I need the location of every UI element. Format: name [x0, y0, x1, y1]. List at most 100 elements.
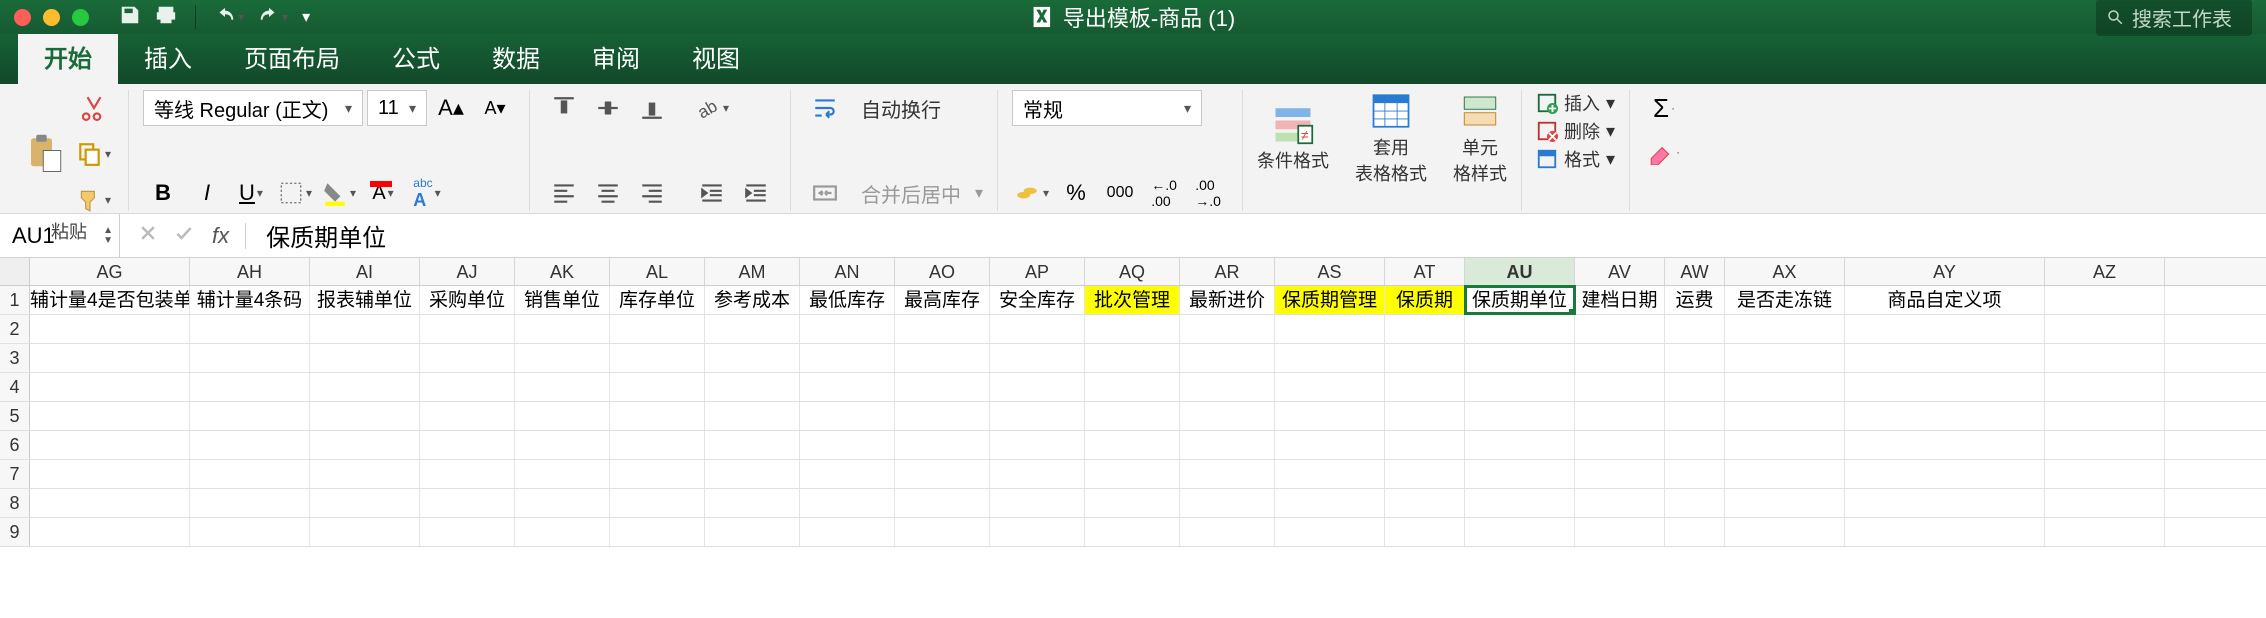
cell-AI5[interactable]	[310, 402, 420, 430]
select-all-corner[interactable]	[0, 258, 30, 285]
cell-AT4[interactable]	[1385, 373, 1465, 401]
cell-AP1[interactable]: 安全库存	[990, 286, 1085, 314]
cell-AI6[interactable]	[310, 431, 420, 459]
cell-AJ5[interactable]	[420, 402, 515, 430]
cell-AG4[interactable]	[30, 373, 190, 401]
cell-AS8[interactable]	[1275, 489, 1385, 517]
copy-button[interactable]: ▾	[74, 136, 114, 172]
cell-AK2[interactable]	[515, 315, 610, 343]
row-header-5[interactable]: 5	[0, 402, 30, 430]
save-icon[interactable]	[119, 4, 141, 31]
cell-AI1[interactable]: 报表辅单位	[310, 286, 420, 314]
cell-AZ2[interactable]	[2045, 315, 2165, 343]
cell-AM7[interactable]	[705, 460, 800, 488]
cell-AM1[interactable]: 参考成本	[705, 286, 800, 314]
clear-button[interactable]: ·	[1644, 134, 1684, 170]
cell-AG2[interactable]	[30, 315, 190, 343]
column-header-AQ[interactable]: AQ	[1085, 258, 1180, 285]
increase-indent-button[interactable]	[736, 175, 776, 211]
name-box[interactable]: AU1 ▲▼	[0, 214, 120, 257]
cell-AN9[interactable]	[800, 518, 895, 546]
cell-AW9[interactable]	[1665, 518, 1725, 546]
cell-AM6[interactable]	[705, 431, 800, 459]
wrap-text-label[interactable]: 自动换行	[861, 94, 941, 123]
tab-数据[interactable]: 数据	[466, 29, 566, 84]
cell-AU8[interactable]	[1465, 489, 1575, 517]
cell-styles-button[interactable]: 单元 格样式	[1453, 90, 1507, 186]
italic-button[interactable]: I	[187, 175, 227, 211]
cell-AU3[interactable]	[1465, 344, 1575, 372]
cell-AU9[interactable]	[1465, 518, 1575, 546]
cell-AU7[interactable]	[1465, 460, 1575, 488]
cell-AV5[interactable]	[1575, 402, 1665, 430]
cell-AS6[interactable]	[1275, 431, 1385, 459]
cell-AL1[interactable]: 库存单位	[610, 286, 705, 314]
cell-AM3[interactable]	[705, 344, 800, 372]
cell-AM4[interactable]	[705, 373, 800, 401]
comma-button[interactable]: 000	[1100, 175, 1140, 211]
bold-button[interactable]: B	[143, 175, 183, 211]
row-header-6[interactable]: 6	[0, 431, 30, 459]
cell-AW2[interactable]	[1665, 315, 1725, 343]
cell-AY2[interactable]	[1845, 315, 2045, 343]
cell-AX9[interactable]	[1725, 518, 1845, 546]
row-header-2[interactable]: 2	[0, 315, 30, 343]
cell-AQ2[interactable]	[1085, 315, 1180, 343]
cell-AI7[interactable]	[310, 460, 420, 488]
wrap-text-icon[interactable]	[805, 90, 845, 126]
align-bottom-button[interactable]	[632, 90, 672, 126]
cell-AO5[interactable]	[895, 402, 990, 430]
column-header-AR[interactable]: AR	[1180, 258, 1275, 285]
cell-AS2[interactable]	[1275, 315, 1385, 343]
cell-AP4[interactable]	[990, 373, 1085, 401]
cell-AH6[interactable]	[190, 431, 310, 459]
format-table-button[interactable]: 套用 表格格式	[1355, 90, 1427, 186]
cell-AI8[interactable]	[310, 489, 420, 517]
cell-AX2[interactable]	[1725, 315, 1845, 343]
cell-AT6[interactable]	[1385, 431, 1465, 459]
cell-AQ7[interactable]	[1085, 460, 1180, 488]
cell-AJ3[interactable]	[420, 344, 515, 372]
align-middle-button[interactable]	[588, 90, 628, 126]
cell-AM9[interactable]	[705, 518, 800, 546]
row-header-1[interactable]: 1	[0, 286, 30, 314]
cell-AH5[interactable]	[190, 402, 310, 430]
cell-AI9[interactable]	[310, 518, 420, 546]
column-header-AY[interactable]: AY	[1845, 258, 2045, 285]
cancel-formula-icon[interactable]	[138, 223, 158, 248]
cell-AN4[interactable]	[800, 373, 895, 401]
cell-AG5[interactable]	[30, 402, 190, 430]
cell-AK7[interactable]	[515, 460, 610, 488]
cell-AN5[interactable]	[800, 402, 895, 430]
paste-button[interactable]	[24, 133, 66, 175]
cell-AJ9[interactable]	[420, 518, 515, 546]
column-header-AK[interactable]: AK	[515, 258, 610, 285]
row-header-7[interactable]: 7	[0, 460, 30, 488]
font-size-combo[interactable]: 11▾	[367, 90, 427, 126]
cell-AV9[interactable]	[1575, 518, 1665, 546]
cell-AQ4[interactable]	[1085, 373, 1180, 401]
spreadsheet-grid[interactable]: AGAHAIAJAKALAMANAOAPAQARASATAUAVAWAXAYAZ…	[0, 258, 2266, 547]
cell-AP3[interactable]	[990, 344, 1085, 372]
cell-AL8[interactable]	[610, 489, 705, 517]
column-header-AP[interactable]: AP	[990, 258, 1085, 285]
cell-AZ6[interactable]	[2045, 431, 2165, 459]
close-window-button[interactable]	[14, 9, 31, 26]
cell-AJ8[interactable]	[420, 489, 515, 517]
cell-AT3[interactable]	[1385, 344, 1465, 372]
cell-AX4[interactable]	[1725, 373, 1845, 401]
cell-AG8[interactable]	[30, 489, 190, 517]
cell-AN1[interactable]: 最低库存	[800, 286, 895, 314]
cut-button[interactable]	[74, 90, 114, 126]
cell-AG7[interactable]	[30, 460, 190, 488]
cell-AO6[interactable]	[895, 431, 990, 459]
cell-AL6[interactable]	[610, 431, 705, 459]
cell-AY8[interactable]	[1845, 489, 2045, 517]
search-sheet-input[interactable]: 搜索工作表	[2096, 0, 2252, 36]
align-center-button[interactable]	[588, 175, 628, 211]
delete-cells-button[interactable]: 删除▾	[1536, 118, 1615, 144]
tab-插入[interactable]: 插入	[118, 29, 218, 84]
cell-AN3[interactable]	[800, 344, 895, 372]
row-header-8[interactable]: 8	[0, 489, 30, 517]
cell-AH7[interactable]	[190, 460, 310, 488]
